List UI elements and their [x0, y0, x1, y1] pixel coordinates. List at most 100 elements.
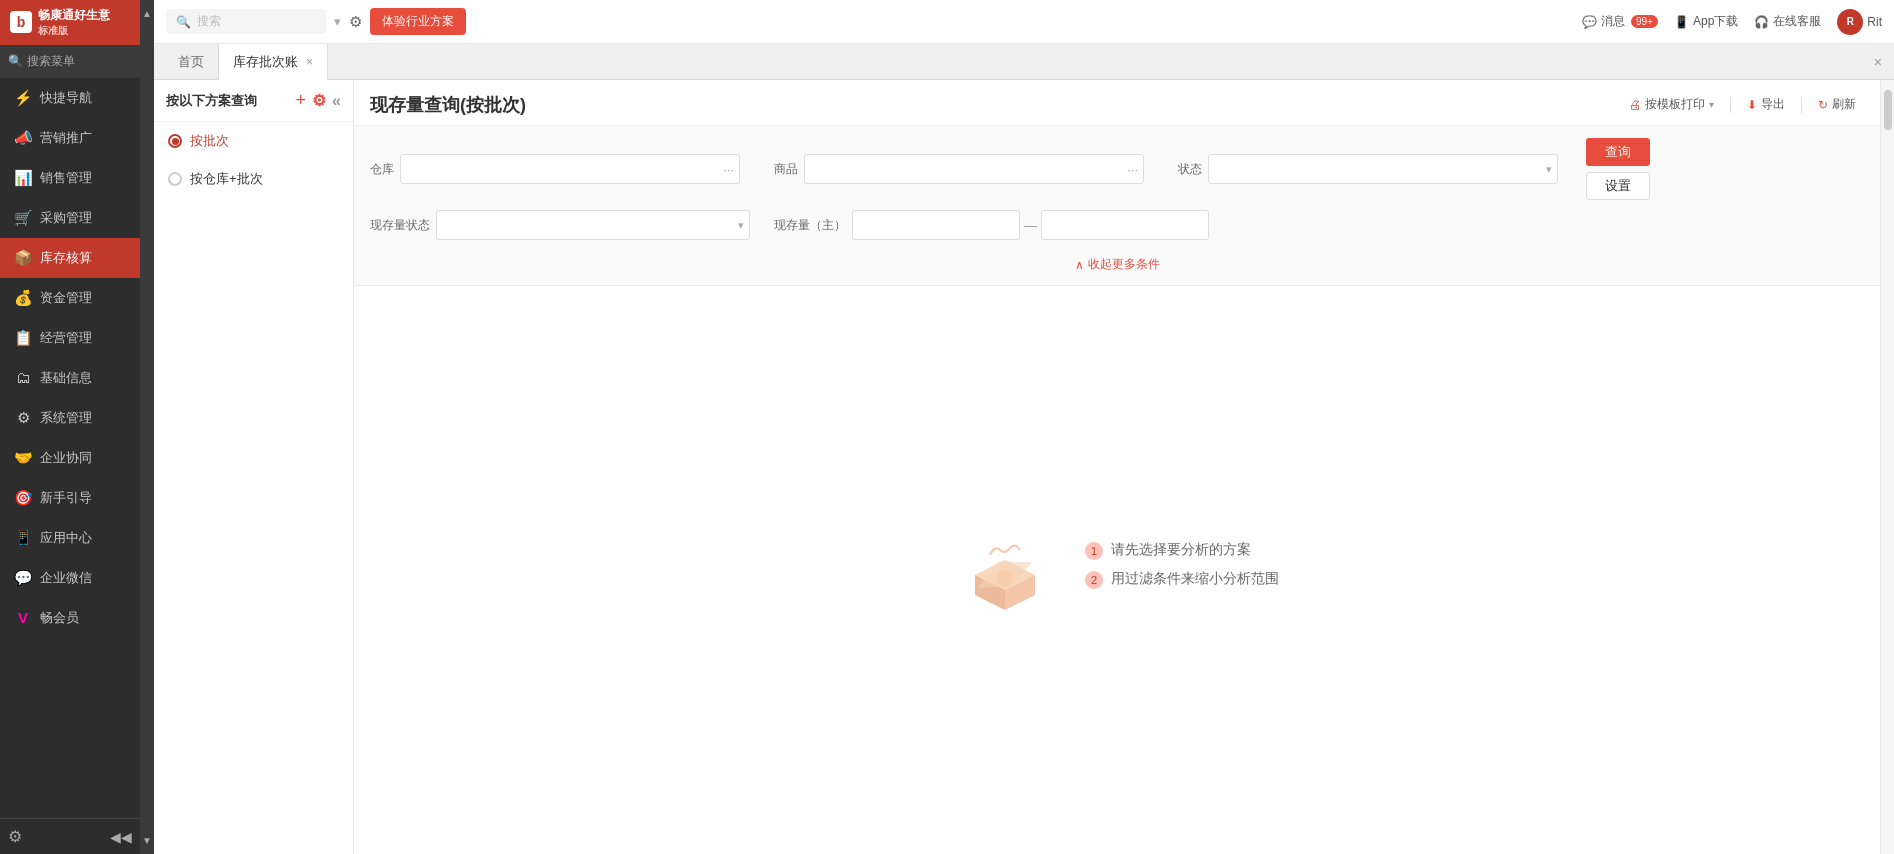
empty-step-1: 1 请先选择要分析的方案 — [1085, 541, 1279, 560]
phone-icon: 📱 — [1674, 15, 1689, 29]
query-button[interactable]: 查询 — [1586, 138, 1650, 166]
tab-batch-close[interactable]: × — [306, 55, 313, 69]
user-profile-button[interactable]: R Rit — [1837, 9, 1882, 35]
printer-icon: 🖨 — [1629, 98, 1641, 112]
sidebar-item-shortcut[interactable]: ⚡ 快捷导航 — [0, 78, 140, 118]
topbar-gear-icon[interactable]: ⚙ — [349, 13, 362, 31]
sidebar-item-sales[interactable]: 📊 销售管理 — [0, 158, 140, 198]
svg-point-4 — [997, 570, 1013, 586]
scrollbar-handle[interactable] — [1884, 90, 1892, 130]
step-num-1: 1 — [1085, 542, 1103, 560]
stock-qty-label: 现存量（主） — [774, 217, 846, 234]
sidebar-item-purchase[interactable]: 🛒 采购管理 — [0, 198, 140, 238]
topbar-search[interactable]: 🔍 搜索 — [166, 9, 326, 34]
message-icon: 💬 — [1582, 15, 1597, 29]
filter-panel-collapse-icon[interactable]: « — [332, 92, 341, 110]
sales-icon: 📊 — [14, 169, 32, 187]
sidebar-item-newbie[interactable]: 🎯 新手引导 — [0, 478, 140, 518]
sidebar-item-system[interactable]: ⚙ 系统管理 — [0, 398, 140, 438]
experience-industry-button[interactable]: 体验行业方案 — [370, 8, 466, 35]
refresh-button[interactable]: ↻ 刷新 — [1810, 92, 1864, 117]
app-brand: 畅康通好生意 标准版 — [38, 8, 110, 37]
stock-status-field: 现存量状态 ▾ — [370, 210, 750, 240]
filter-panel-icons: + ⚙ « — [296, 90, 341, 111]
warehouse-label: 仓库 — [370, 161, 394, 178]
print-button[interactable]: 🖨 按模板打印 ▾ — [1621, 92, 1722, 117]
stock-qty-field: 现存量（主） — — [774, 210, 1154, 240]
status-select[interactable] — [1208, 154, 1558, 184]
corp-icon: 🤝 — [14, 449, 32, 467]
range-separator: — — [1024, 218, 1037, 233]
sidebar-item-wechat[interactable]: 💬 企业微信 — [0, 558, 140, 598]
status-label: 状态 — [1178, 161, 1202, 178]
sidebar-nav: ⚡ 快捷导航 📣 营销推广 📊 销售管理 🛒 采购管理 📦 库存核算 💰 资金管… — [0, 78, 140, 818]
app-download-button[interactable]: 📱 App下载 — [1674, 13, 1738, 30]
main-area: 🔍 搜索 ▾ ⚙ 体验行业方案 💬 消息 99+ 📱 App下载 🎧 在线客服 — [154, 0, 1894, 854]
empty-step-2: 2 用过滤条件来缩小分析范围 — [1085, 570, 1279, 589]
sidebar-footer: ⚙ ◀◀ — [0, 818, 140, 854]
stock-qty-max[interactable] — [1041, 210, 1209, 240]
online-service-button[interactable]: 🎧 在线客服 — [1754, 13, 1821, 30]
product-field: 商品 ··· — [774, 154, 1154, 184]
radio-batch[interactable] — [168, 134, 182, 148]
product-input[interactable] — [804, 154, 1144, 184]
tab-panel-close[interactable]: × — [1874, 54, 1882, 70]
product-label: 商品 — [774, 161, 798, 178]
sidebar-scrollbar: ▲ ▼ — [140, 0, 154, 854]
filter-scheme-gear-icon[interactable]: ⚙ — [312, 91, 326, 110]
empty-steps: 1 请先选择要分析的方案 2 用过滤条件来缩小分析范围 — [1085, 541, 1279, 599]
warehouse-input[interactable] — [400, 154, 740, 184]
tab-inventory-batch[interactable]: 库存批次账 × — [219, 44, 328, 80]
tab-bar: 首页 库存批次账 × × — [154, 44, 1894, 80]
tab-home[interactable]: 首页 — [164, 44, 219, 80]
sidebar-item-finance[interactable]: 💰 资金管理 — [0, 278, 140, 318]
purchase-icon: 🛒 — [14, 209, 32, 227]
add-scheme-icon[interactable]: + — [296, 90, 307, 111]
filter-option-warehouse-batch[interactable]: 按仓库+批次 — [154, 160, 353, 198]
page-title: 现存量查询(按批次) — [370, 93, 526, 117]
sidebar-item-base[interactable]: 🗂 基础信息 — [0, 358, 140, 398]
product-more-icon[interactable]: ··· — [1127, 162, 1138, 177]
sidebar-item-corp[interactable]: 🤝 企业协同 — [0, 438, 140, 478]
sidebar-item-marketing[interactable]: 📣 营销推广 — [0, 118, 140, 158]
warehouse-more-icon[interactable]: ··· — [723, 162, 734, 177]
stock-qty-range: — — [852, 210, 1192, 240]
divider — [1730, 97, 1731, 113]
filter-option-batch[interactable]: 按批次 — [154, 122, 353, 160]
set-button[interactable]: 设置 — [1586, 172, 1650, 200]
status-select-wrap: ▾ — [1208, 154, 1558, 184]
print-dropdown-icon[interactable]: ▾ — [1709, 99, 1714, 110]
messages-badge: 99+ — [1631, 15, 1658, 28]
collapse-sidebar-icon[interactable]: ◀◀ — [110, 829, 132, 845]
collapse-icon: ∧ — [1075, 258, 1084, 272]
messages-button[interactable]: 💬 消息 99+ — [1582, 13, 1658, 30]
scroll-down-icon[interactable]: ▼ — [142, 831, 152, 850]
filter-panel: 按以下方案查询 + ⚙ « 按批次 按仓库+批次 — [154, 80, 354, 854]
sidebar-item-operation[interactable]: 📋 经营管理 — [0, 318, 140, 358]
topbar: 🔍 搜索 ▾ ⚙ 体验行业方案 💬 消息 99+ 📱 App下载 🎧 在线客服 — [154, 0, 1894, 44]
filter-row-2: 现存量状态 ▾ 现存量（主） — — [370, 210, 1864, 240]
scroll-up-icon[interactable]: ▲ — [142, 4, 152, 23]
sidebar-item-appstore[interactable]: 📱 应用中心 — [0, 518, 140, 558]
refresh-icon: ↻ — [1818, 98, 1828, 112]
system-icon: ⚙ — [14, 409, 32, 427]
stock-qty-min[interactable] — [852, 210, 1020, 240]
app-logo: b — [10, 11, 32, 33]
wechat-icon: 💬 — [14, 569, 32, 587]
collapse-filters-button[interactable]: ∧ 收起更多条件 — [370, 250, 1864, 273]
stock-status-select[interactable] — [436, 210, 750, 240]
step-num-2: 2 — [1085, 571, 1103, 589]
page-actions: 🖨 按模板打印 ▾ ⬇ 导出 ↻ 刷新 — [1621, 92, 1864, 117]
sidebar-search[interactable]: 🔍 搜索菜单 — [0, 45, 140, 78]
sidebar-item-vip[interactable]: V 畅会员 — [0, 598, 140, 638]
base-icon: 🗂 — [14, 369, 32, 387]
radio-warehouse-batch[interactable] — [168, 172, 182, 186]
filter-row-1: 仓库 ··· 商品 ··· — [370, 138, 1864, 200]
settings-icon[interactable]: ⚙ — [8, 827, 22, 846]
sidebar-item-inventory[interactable]: 📦 库存核算 — [0, 238, 140, 278]
topbar-dropdown-arrow[interactable]: ▾ — [334, 14, 341, 29]
shortcut-icon: ⚡ — [14, 89, 32, 107]
stock-status-select-wrap: ▾ — [436, 210, 750, 240]
content-area: 按以下方案查询 + ⚙ « 按批次 按仓库+批次 现存量查询(按批次) — [154, 80, 1894, 854]
export-button[interactable]: ⬇ 导出 — [1739, 92, 1793, 117]
